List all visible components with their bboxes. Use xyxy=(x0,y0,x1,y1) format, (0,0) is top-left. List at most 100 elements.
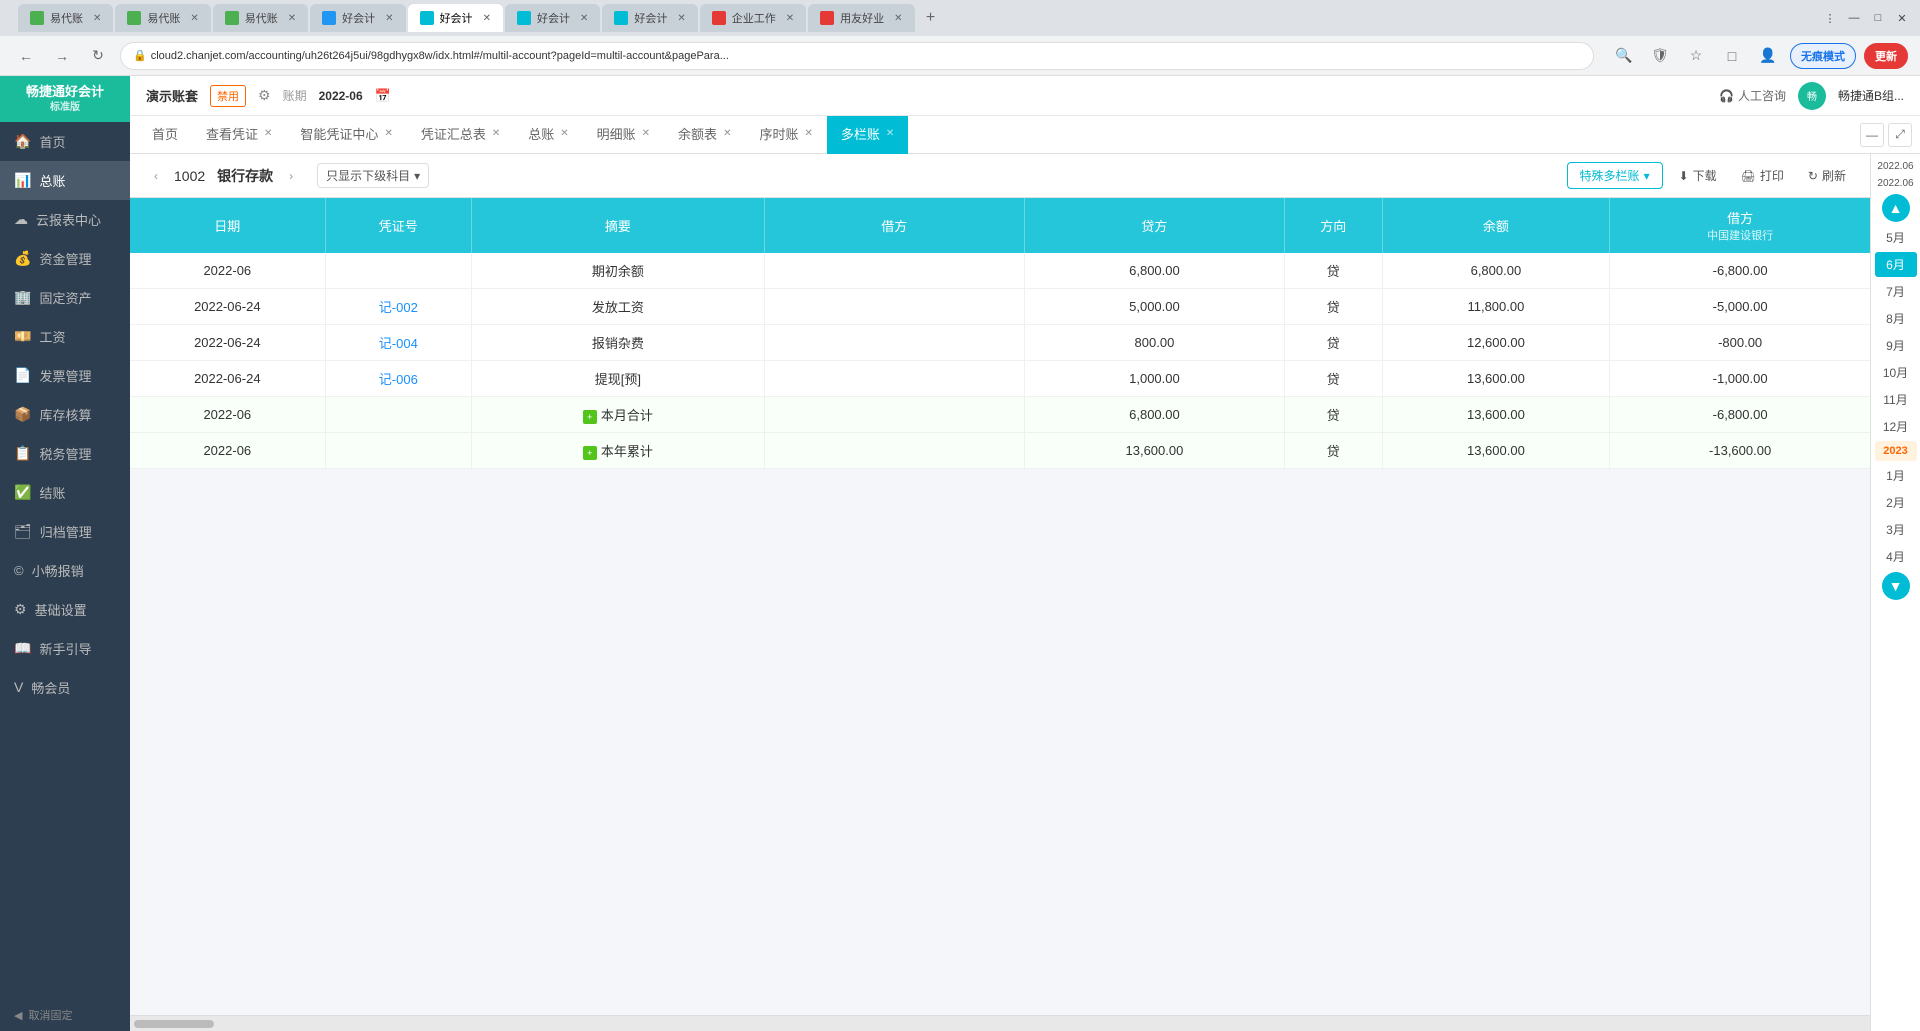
search-button[interactable]: 🔍 xyxy=(1610,42,1638,70)
month-item-9[interactable]: 9月 xyxy=(1875,333,1917,358)
close-window-button[interactable]: ✕ xyxy=(1892,8,1912,28)
back-button[interactable]: ← xyxy=(12,42,40,70)
tab-close-9[interactable]: ✕ xyxy=(894,13,902,24)
month-item-5[interactable]: 5月 xyxy=(1875,225,1917,250)
user-profile-button[interactable]: 👤 xyxy=(1754,42,1782,70)
month-item-2023-4[interactable]: 4月 xyxy=(1875,544,1917,569)
tab-close-4[interactable]: ✕ xyxy=(385,13,393,24)
page-tab-journal-close[interactable]: ✕ xyxy=(804,128,812,139)
page-tab-smart-close[interactable]: ✕ xyxy=(384,128,392,139)
scroll-down-button[interactable]: ▼ xyxy=(1882,572,1910,600)
reload-button[interactable]: ↻ xyxy=(84,42,112,70)
sidebar-item-fund[interactable]: 💰 资金管理 xyxy=(0,239,130,278)
demo-badge[interactable]: 禁用 xyxy=(210,85,246,107)
month-item-2023-3[interactable]: 3月 xyxy=(1875,517,1917,542)
page-tab-general-ledger[interactable]: 总账 ✕ xyxy=(514,116,582,154)
download-button[interactable]: ⬇ 下载 xyxy=(1671,163,1725,188)
tab-close-7[interactable]: ✕ xyxy=(677,13,685,24)
tab-close-1[interactable]: ✕ xyxy=(93,13,101,24)
star-button[interactable]: ☆ xyxy=(1682,42,1710,70)
fund-icon: 💰 xyxy=(14,250,31,267)
page-tab-multi-close[interactable]: ✕ xyxy=(886,128,894,139)
sidebar-item-fixed-assets[interactable]: 🏢 固定资产 xyxy=(0,278,130,317)
page-tab-smart-voucher[interactable]: 智能凭证中心 ✕ xyxy=(286,116,406,154)
sidebar-item-guide[interactable]: 📖 新手引导 xyxy=(0,629,130,668)
page-tab-summary[interactable]: 凭证汇总表 ✕ xyxy=(407,116,514,154)
sidebar-item-cloud-report[interactable]: ☁ 云报表中心 xyxy=(0,200,130,239)
page-tab-summary-close[interactable]: ✕ xyxy=(492,128,500,139)
page-tab-balance-close[interactable]: ✕ xyxy=(723,128,731,139)
consult-button[interactable]: 🎧 人工咨询 xyxy=(1719,87,1786,104)
tab-close-8[interactable]: ✕ xyxy=(786,13,794,24)
sidebar-item-expense[interactable]: © 小畅报销 xyxy=(0,551,130,590)
browser-tab-2[interactable]: 易代账 ✕ xyxy=(115,4,210,32)
forward-button[interactable]: → xyxy=(48,42,76,70)
sidebar-item-close-account[interactable]: ✅ 结账 xyxy=(0,473,130,512)
page-tab-detail-ledger[interactable]: 明细账 ✕ xyxy=(583,116,664,154)
page-tab-dl-close[interactable]: ✕ xyxy=(642,128,650,139)
month-item-12[interactable]: 12月 xyxy=(1875,414,1917,439)
refresh-button[interactable]: ↻ 刷新 xyxy=(1800,163,1854,188)
account-next-button[interactable]: › xyxy=(281,166,301,186)
print-button[interactable]: 🖨 打印 xyxy=(1733,163,1792,188)
sidebar-item-invoice[interactable]: 📄 发票管理 xyxy=(0,356,130,395)
sidebar-item-tax[interactable]: 📋 税务管理 xyxy=(0,434,130,473)
page-tab-multi-column[interactable]: 多栏账 ✕ xyxy=(827,116,908,154)
voucher-link-2[interactable]: 记-002 xyxy=(379,300,418,315)
new-tab-button[interactable]: + xyxy=(917,4,945,32)
extension-button[interactable]: □ xyxy=(1718,42,1746,70)
sidebar-unpin-button[interactable]: ◀ 取消固定 xyxy=(0,999,130,1031)
sidebar-item-ledger[interactable]: 📊 总账 xyxy=(0,161,130,200)
settings-gear-icon[interactable]: ⚙ xyxy=(258,87,271,104)
page-tab-balance[interactable]: 余额表 ✕ xyxy=(664,116,745,154)
browser-tab-8[interactable]: 企业工作 ✕ xyxy=(700,4,806,32)
voucher-link-4[interactable]: 记-006 xyxy=(379,372,418,387)
calendar-icon[interactable]: 📅 xyxy=(375,88,391,104)
tab-close-3[interactable]: ✕ xyxy=(288,13,296,24)
sidebar-item-home[interactable]: 🏠 首页 xyxy=(0,122,130,161)
month-item-7[interactable]: 7月 xyxy=(1875,279,1917,304)
sidebar-item-archive[interactable]: 🗂 归档管理 xyxy=(0,512,130,551)
browser-tab-6[interactable]: 好会计 ✕ xyxy=(505,4,600,32)
tab-expand-button[interactable]: ⤢ xyxy=(1888,123,1912,147)
voucher-link-3[interactable]: 记-004 xyxy=(379,336,418,351)
month-item-11[interactable]: 11月 xyxy=(1875,387,1917,412)
sidebar-item-member[interactable]: V 畅会员 xyxy=(0,668,130,707)
maximize-button[interactable]: □ xyxy=(1868,8,1888,28)
shield-button[interactable]: 🛡 xyxy=(1646,42,1674,70)
sidebar-item-salary[interactable]: 💴 工资 xyxy=(0,317,130,356)
tab-close-6[interactable]: ✕ xyxy=(580,13,588,24)
tab-list-button[interactable]: ⋮ xyxy=(1820,8,1840,28)
tab-close-5[interactable]: ✕ xyxy=(483,13,491,24)
page-tab-voucher[interactable]: 查看凭证 ✕ xyxy=(192,116,286,154)
scrollbar-thumb[interactable] xyxy=(134,1020,214,1028)
url-bar[interactable]: 🔒 cloud2.chanjet.com/accounting/uh26t264… xyxy=(120,42,1594,70)
scroll-up-button[interactable]: ▲ xyxy=(1882,194,1910,222)
browser-tab-3[interactable]: 易代账 ✕ xyxy=(213,4,308,32)
browser-tab-9[interactable]: 用友好业 ✕ xyxy=(808,4,914,32)
account-prev-button[interactable]: ‹ xyxy=(146,166,166,186)
page-tab-gl-close[interactable]: ✕ xyxy=(560,128,568,139)
tab-collapse-button[interactable]: — xyxy=(1860,123,1884,147)
subject-filter-dropdown[interactable]: 只显示下级科目 ▾ xyxy=(317,163,429,188)
month-item-10[interactable]: 10月 xyxy=(1875,360,1917,385)
page-tab-voucher-close[interactable]: ✕ xyxy=(264,128,272,139)
month-item-8[interactable]: 8月 xyxy=(1875,306,1917,331)
minimize-button[interactable]: — xyxy=(1844,8,1864,28)
page-tab-home[interactable]: 首页 xyxy=(138,116,192,154)
month-item-6[interactable]: 6月 xyxy=(1875,252,1917,277)
update-button[interactable]: 更新 xyxy=(1864,43,1908,69)
sidebar-item-inventory[interactable]: 📦 库存核算 xyxy=(0,395,130,434)
horizontal-scrollbar[interactable] xyxy=(130,1015,1870,1031)
tab-close-2[interactable]: ✕ xyxy=(190,13,198,24)
browser-tab-4[interactable]: 好会计 ✕ xyxy=(310,4,405,32)
incognito-mode-button[interactable]: 无痕模式 xyxy=(1790,43,1856,69)
sidebar-item-settings[interactable]: ⚙ 基础设置 xyxy=(0,590,130,629)
month-item-2023-2[interactable]: 2月 xyxy=(1875,490,1917,515)
page-tab-journal[interactable]: 序时账 ✕ xyxy=(745,116,826,154)
month-item-2023-1[interactable]: 1月 xyxy=(1875,463,1917,488)
browser-tab-1[interactable]: 易代账 ✕ xyxy=(18,4,113,32)
special-multi-column-button[interactable]: 特殊多栏账 ▾ xyxy=(1567,162,1663,189)
browser-tab-5[interactable]: 好会计 ✕ xyxy=(408,4,503,32)
browser-tab-7[interactable]: 好会计 ✕ xyxy=(602,4,697,32)
